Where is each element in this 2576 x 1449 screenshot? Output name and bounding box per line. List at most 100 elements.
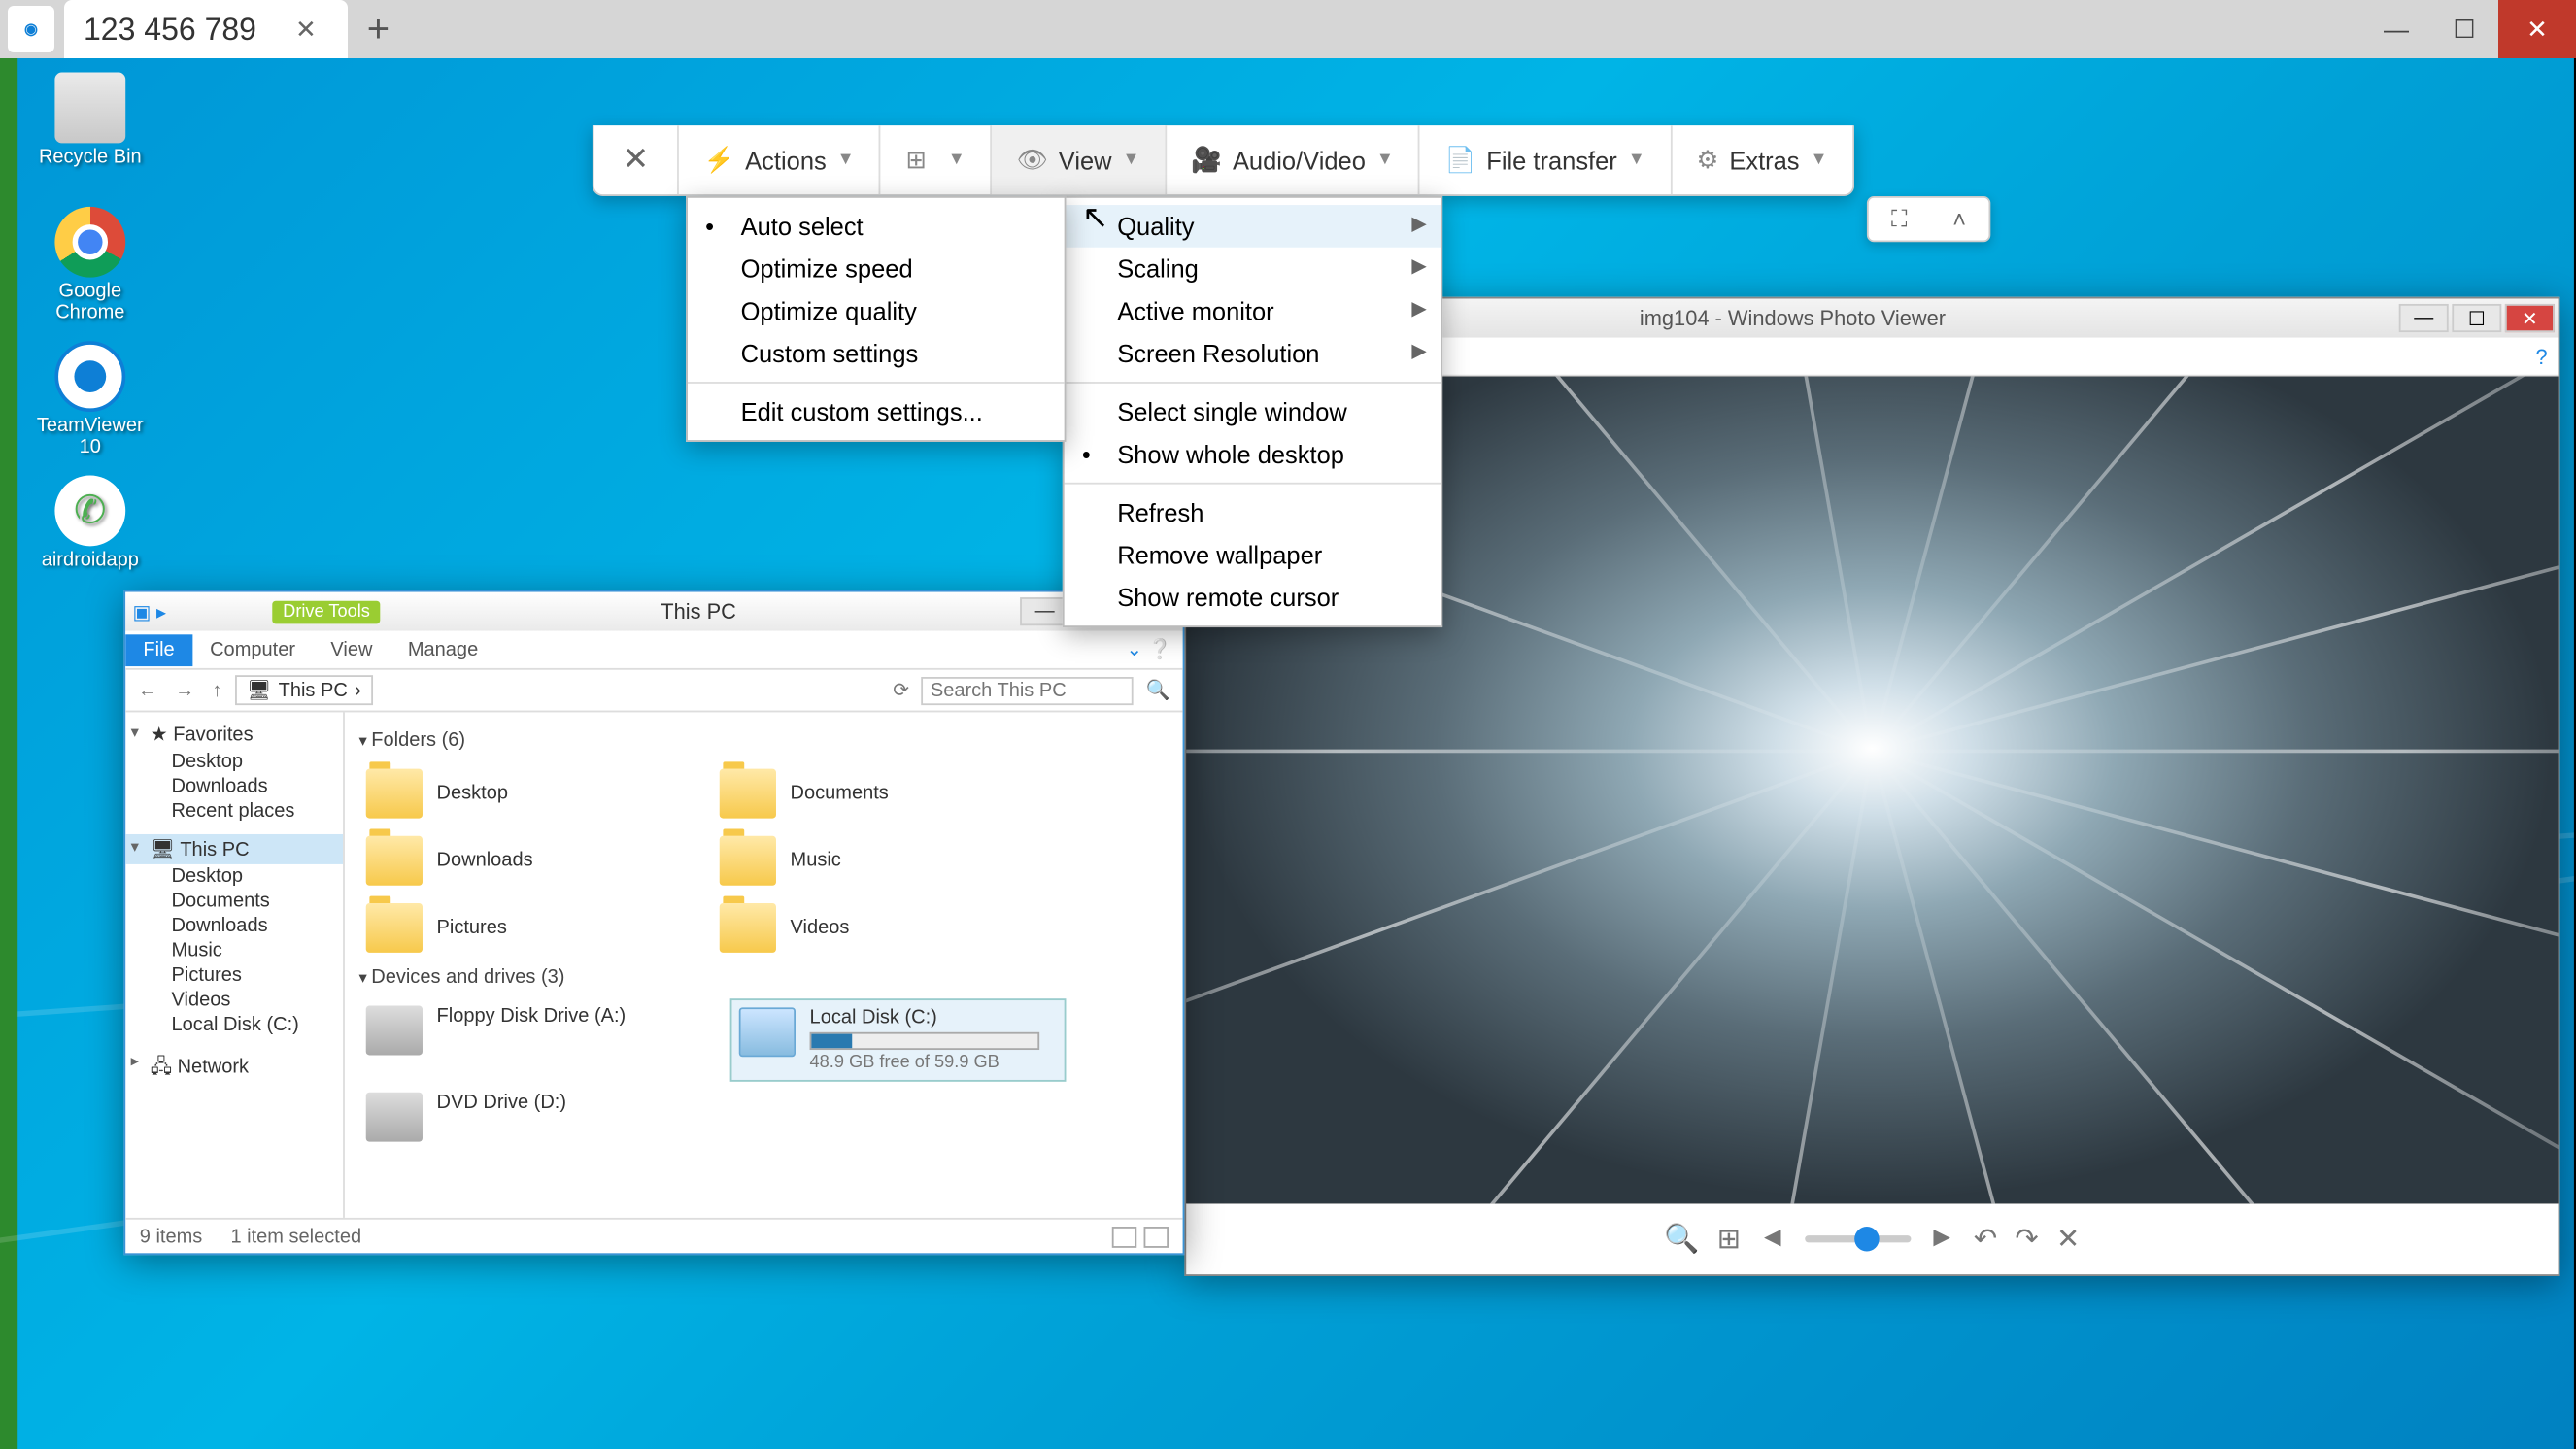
status-selected: 1 item selected [230, 1226, 361, 1247]
sidebar-item-recent[interactable]: Recent places [125, 799, 343, 824]
sidebar-item-pictures[interactable]: Pictures [125, 963, 343, 988]
toolbar-extras-button[interactable]: ⚙Extras▼ [1672, 125, 1852, 194]
nav-up-icon[interactable]: ↑ [207, 680, 227, 701]
pv-rotate-cw-icon[interactable]: ↷ [2015, 1222, 2038, 1257]
sidebar-item-localdisk[interactable]: Local Disk (C:) [125, 1013, 343, 1037]
sidebar-favorites[interactable]: ★ Favorites Desktop Downloads Recent pla… [125, 720, 343, 824]
breadcrumb[interactable]: 🖥This PC› [234, 675, 373, 705]
airdroid-icon: ✆ [54, 476, 125, 547]
ribbon-expand-icon[interactable]: ⌄ ❔ [1108, 633, 1182, 667]
desktop-icon-teamviewer[interactable]: TeamViewer 10 [32, 341, 149, 457]
ribbon-computer-tab[interactable]: Computer [192, 633, 313, 665]
pv-minimize-button[interactable]: — [2399, 304, 2449, 332]
sidebar-network[interactable]: 🖧 Network [125, 1048, 343, 1089]
menu-item-edit-custom-settings[interactable]: Edit custom settings... [688, 390, 1065, 433]
folder-icon [720, 836, 776, 886]
menu-item-select-single-window[interactable]: Select single window [1065, 390, 1441, 433]
pc-icon: 🖥 [151, 839, 175, 860]
explorer-qat-icon[interactable]: ▣ ▸ [133, 600, 167, 623]
toolbar-view-button[interactable]: 👁View▼ [992, 125, 1165, 194]
folder-music[interactable]: Music [712, 829, 1031, 893]
drive-floppy[interactable]: Floppy Disk Drive (A:) [358, 998, 695, 1082]
ribbon-view-tab[interactable]: View [313, 633, 390, 665]
menu-item-optimize-speed[interactable]: Optimize speed [688, 248, 1065, 290]
ribbon-manage-tab[interactable]: Manage [390, 633, 496, 665]
session-tab[interactable]: 123 456 789 ✕ [64, 0, 348, 59]
collapse-icon[interactable]: ˄ [1952, 206, 1966, 232]
drive-local-c[interactable]: Local Disk (C:)48.9 GB free of 59.9 GB [730, 998, 1067, 1082]
pv-rotate-ccw-icon[interactable]: ↶ [1974, 1222, 1997, 1257]
menu-item-remove-wallpaper[interactable]: Remove wallpaper [1065, 534, 1441, 577]
folders-header[interactable]: Folders (6) [358, 730, 1169, 752]
pv-help-icon[interactable]: ? [2535, 344, 2547, 368]
menu-item-custom-settings[interactable]: Custom settings [688, 332, 1065, 375]
refresh-icon[interactable]: ⟳ [888, 679, 915, 702]
toolbar-windows-button[interactable]: ⊞▼ [881, 125, 990, 194]
desktop-icon-chrome[interactable]: Google Chrome [32, 207, 149, 323]
outer-window-controls: — ☐ ✕ [2362, 0, 2576, 58]
menu-item-active-monitor[interactable]: Active monitor▶ [1065, 289, 1441, 332]
toolbar-filetransfer-button[interactable]: 📄File transfer▼ [1420, 125, 1670, 194]
desktop-icon-recycle-bin[interactable]: Recycle Bin [32, 73, 149, 168]
sidebar-item-music[interactable]: Music [125, 938, 343, 962]
status-item-count: 9 items [140, 1226, 203, 1247]
explorer-search-input[interactable] [922, 676, 1134, 704]
folder-icon [720, 903, 776, 953]
folder-videos[interactable]: Videos [712, 896, 1031, 960]
outer-minimize-button[interactable]: — [2362, 0, 2430, 58]
pv-maximize-button[interactable]: ☐ [2452, 304, 2501, 332]
pv-delete-icon[interactable]: ✕ [2056, 1222, 2080, 1257]
sidebar-item-desktop2[interactable]: Desktop [125, 864, 343, 889]
folder-icon [366, 769, 423, 819]
toolbar-actions-button[interactable]: ⚡Actions▼ [679, 125, 879, 194]
toolbar-audiovideo-button[interactable]: 🎥Audio/Video▼ [1167, 125, 1419, 194]
file-explorer-window[interactable]: ▣ ▸ Drive Tools This PC — ☐ ✕ File Compu… [123, 590, 1184, 1255]
sidebar-item-documents[interactable]: Documents [125, 889, 343, 913]
quality-submenu: Auto select Optimize speed Optimize qual… [686, 196, 1066, 442]
nav-forward-icon[interactable]: → [170, 680, 200, 701]
menu-item-screen-resolution[interactable]: Screen Resolution▶ [1065, 332, 1441, 375]
teamviewer-app-icon [54, 341, 125, 412]
pv-next-icon[interactable]: ► [1928, 1223, 1956, 1255]
outer-close-button[interactable]: ✕ [2498, 0, 2576, 58]
pv-close-button[interactable]: ✕ [2505, 304, 2555, 332]
sidebar-this-pc[interactable]: 🖥 This PC Desktop Documents Downloads Mu… [125, 834, 343, 1037]
pv-zoom-out-icon[interactable]: 🔍 [1664, 1222, 1699, 1257]
tab-close-icon[interactable]: ✕ [295, 15, 317, 45]
folder-downloads[interactable]: Downloads [358, 829, 677, 893]
menu-item-optimize-quality[interactable]: Optimize quality [688, 289, 1065, 332]
drive-dvd[interactable]: DVD Drive (D:) [358, 1085, 695, 1149]
sidebar-item-desktop[interactable]: Desktop [125, 750, 343, 774]
explorer-titlebar[interactable]: ▣ ▸ Drive Tools This PC — ☐ ✕ [125, 592, 1182, 631]
remote-viewport: Recycle Bin Google Chrome TeamViewer 10 … [0, 58, 2576, 1449]
toolbar-mini-widget[interactable]: ⛶ ˄ [1867, 196, 1990, 242]
desktop-icon-airdroid[interactable]: ✆airdroidapp [32, 476, 149, 571]
menu-item-auto-select[interactable]: Auto select [688, 205, 1065, 248]
folder-documents[interactable]: Documents [712, 761, 1031, 826]
drives-header[interactable]: Devices and drives (3) [358, 966, 1169, 988]
menu-item-refresh[interactable]: Refresh [1065, 491, 1441, 534]
menu-item-show-remote-cursor[interactable]: Show remote cursor [1065, 576, 1441, 619]
menu-item-show-whole-desktop[interactable]: Show whole desktop [1065, 433, 1441, 476]
new-tab-button[interactable]: + [367, 8, 390, 51]
sidebar-item-downloads2[interactable]: Downloads [125, 914, 343, 938]
toolbar-close-button[interactable]: ✕ [594, 125, 678, 194]
explorer-drive-tools-tab[interactable]: Drive Tools [272, 600, 381, 623]
sidebar-item-videos[interactable]: Videos [125, 988, 343, 1012]
search-icon[interactable]: 🔍 [1140, 679, 1175, 702]
pv-fit-icon[interactable]: ⊞ [1717, 1222, 1741, 1257]
outer-maximize-button[interactable]: ☐ [2430, 0, 2498, 58]
folder-desktop[interactable]: Desktop [358, 761, 677, 826]
pv-prev-icon[interactable]: ◄ [1758, 1223, 1786, 1255]
status-view-toggles[interactable] [1112, 1226, 1169, 1247]
sidebar-item-downloads[interactable]: Downloads [125, 774, 343, 798]
ribbon-file-tab[interactable]: File [125, 633, 192, 665]
menu-item-scaling[interactable]: Scaling▶ [1065, 248, 1441, 290]
menu-item-quality[interactable]: Quality▶ [1065, 205, 1441, 248]
pv-play-slider[interactable] [1804, 1235, 1910, 1242]
folder-pictures[interactable]: Pictures [358, 896, 677, 960]
desktop-icon-label: Recycle Bin [39, 147, 142, 168]
outer-tab-bar: ◉ 123 456 789 ✕ + — ☐ ✕ [0, 0, 2576, 58]
fullscreen-icon[interactable]: ⛶ [1891, 205, 1908, 233]
nav-back-icon[interactable]: ← [133, 680, 163, 701]
